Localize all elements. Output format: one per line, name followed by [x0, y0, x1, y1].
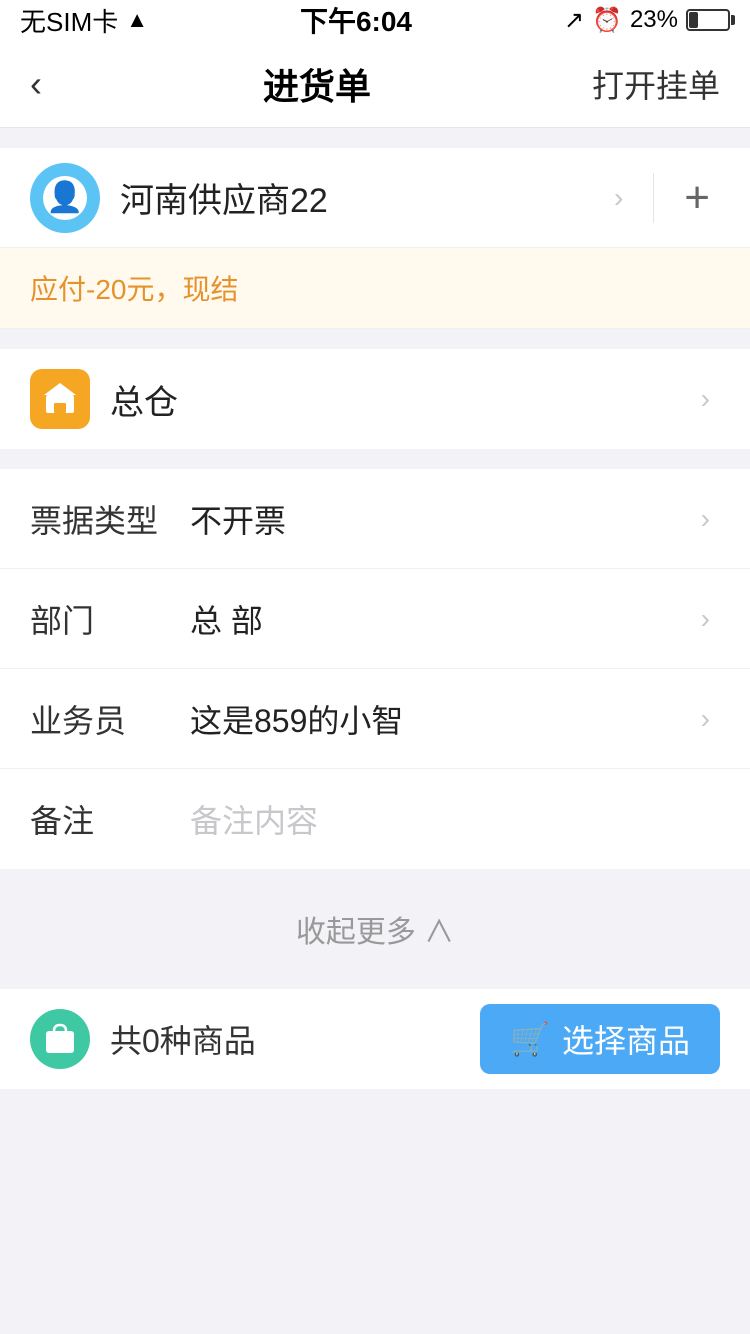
bottom-bar: 共0种商品 🛒 选择商品	[0, 989, 750, 1089]
dept-row[interactable]: 部门 总 部 ›	[0, 569, 750, 669]
warehouse-chevron-icon: ›	[701, 383, 710, 415]
gap-divider-1	[0, 329, 750, 349]
invoice-type-chevron-icon: ›	[701, 503, 710, 535]
dept-label: 部门	[30, 596, 180, 642]
wifi-icon: ▲	[126, 7, 148, 33]
warehouse-icon	[30, 369, 90, 429]
supplier-section: 👤 河南供应商22 › + 应付-20元，现结	[0, 148, 750, 329]
dept-chevron-icon: ›	[701, 603, 710, 635]
supplier-chevron-icon: ›	[614, 182, 623, 214]
status-left: 无SIM卡 ▲	[20, 2, 148, 39]
collapse-label: 收起更多 ∧	[296, 907, 454, 951]
alarm-icon: ⏰	[592, 6, 622, 35]
warehouse-name: 总仓	[110, 375, 701, 424]
select-product-button[interactable]: 🛒 选择商品	[480, 1004, 720, 1074]
warehouse-section: 总仓 ›	[0, 349, 750, 449]
main-content: 👤 河南供应商22 › + 应付-20元，现结 总仓 ›	[0, 128, 750, 1334]
remarks-input[interactable]: 备注内容	[180, 796, 720, 842]
form-section: 票据类型 不开票 › 部门 总 部 › 业务员 这是859的小智 › 备注 备注…	[0, 469, 750, 869]
open-pending-button[interactable]: 打开挂单	[592, 61, 720, 107]
avatar-inner: 👤	[43, 176, 87, 220]
page-title: 进货单	[263, 58, 371, 110]
add-supplier-button[interactable]: +	[674, 163, 720, 233]
select-product-icon: 🛒	[510, 1020, 550, 1058]
select-product-label: 选择商品	[562, 1016, 690, 1062]
battery-icon	[686, 9, 730, 31]
product-icon-wrap	[30, 1009, 90, 1069]
nav-bar: ‹ 进货单 打开挂单	[0, 40, 750, 128]
status-time: 下午6:04	[300, 0, 412, 40]
supplier-avatar: 👤	[30, 163, 100, 233]
invoice-type-row[interactable]: 票据类型 不开票 ›	[0, 469, 750, 569]
warehouse-svg-icon	[42, 381, 78, 417]
sales-value: 这是859的小智	[180, 696, 701, 742]
avatar-person-icon: 👤	[46, 180, 83, 215]
battery-percentage: 23%	[630, 6, 678, 34]
sales-chevron-icon: ›	[701, 703, 710, 735]
invoice-type-value: 不开票	[180, 496, 701, 542]
section-divider-1	[0, 128, 750, 148]
notice-banner: 应付-20元，现结	[0, 248, 750, 329]
back-button[interactable]: ‹	[30, 63, 42, 105]
sales-row[interactable]: 业务员 这是859的小智 ›	[0, 669, 750, 769]
sales-label: 业务员	[30, 696, 180, 742]
notice-text: 应付-20元，现结	[30, 274, 238, 305]
warehouse-row[interactable]: 总仓 ›	[0, 349, 750, 449]
product-bag-icon	[42, 1021, 78, 1057]
carrier-text: 无SIM卡	[20, 2, 118, 39]
remarks-row[interactable]: 备注 备注内容	[0, 769, 750, 869]
dept-value: 总 部	[180, 596, 701, 642]
location-icon: ↗	[564, 6, 584, 35]
status-bar: 无SIM卡 ▲ 下午6:04 ↗ ⏰ 23%	[0, 0, 750, 40]
status-right: ↗ ⏰ 23%	[564, 6, 730, 35]
vertical-divider	[653, 173, 654, 223]
supplier-row[interactable]: 👤 河南供应商22 › +	[0, 148, 750, 248]
collapse-bar[interactable]: 收起更多 ∧	[0, 889, 750, 969]
invoice-type-label: 票据类型	[30, 496, 180, 542]
supplier-name: 河南供应商22	[120, 173, 614, 222]
remarks-label: 备注	[30, 796, 180, 842]
product-count: 共0种商品	[110, 1016, 480, 1062]
